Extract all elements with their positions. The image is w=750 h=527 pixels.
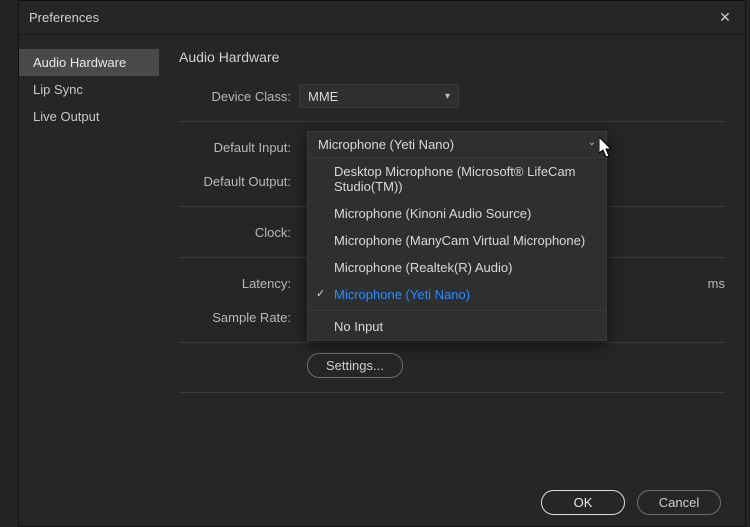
main-panel: Audio Hardware Device Class: MME ▾ Defau… (159, 35, 745, 478)
dropdown-option-label: Desktop Microphone (Microsoft® LifeCam S… (334, 164, 576, 194)
check-icon: ✓ (316, 287, 325, 300)
sidebar: Audio Hardware Lip Sync Live Output (19, 35, 159, 478)
dialog-title: Preferences (29, 10, 99, 25)
row-device-class: Device Class: MME ▾ (179, 81, 725, 111)
divider (179, 392, 725, 393)
titlebar: Preferences ✕ (19, 1, 745, 35)
dropdown-option[interactable]: Microphone (Kinoni Audio Source) (308, 200, 606, 227)
latency-label: Latency: (179, 276, 299, 291)
dropdown-option[interactable]: Microphone (Realtek(R) Audio) (308, 254, 606, 281)
clock-label: Clock: (179, 225, 299, 240)
device-class-select[interactable]: MME ▾ (299, 84, 459, 108)
divider (179, 342, 725, 343)
dropdown-option-label: Microphone (Yeti Nano) (334, 287, 470, 302)
sidebar-item-label: Live Output (33, 109, 100, 124)
dropdown-option-no-input[interactable]: No Input (308, 313, 606, 340)
dropdown-option-label: Microphone (ManyCam Virtual Microphone) (334, 233, 585, 248)
dropdown-option-label: Microphone (Realtek(R) Audio) (334, 260, 512, 275)
chevron-down-icon: ⌄ (588, 137, 596, 152)
dialog-body: Audio Hardware Lip Sync Live Output Audi… (19, 35, 745, 478)
dropdown-option[interactable]: Microphone (ManyCam Virtual Microphone) (308, 227, 606, 254)
dropdown-option-label: Microphone (Kinoni Audio Source) (334, 206, 531, 221)
divider (179, 121, 725, 122)
sample-rate-label: Sample Rate: (179, 310, 299, 325)
default-input-dropdown[interactable]: Microphone (Yeti Nano) ⌄ Desktop Microph… (307, 131, 607, 341)
sidebar-item-audio-hardware[interactable]: Audio Hardware (19, 49, 159, 76)
default-input-label: Default Input: (179, 140, 299, 155)
ok-button[interactable]: OK (541, 490, 625, 515)
cancel-button[interactable]: Cancel (637, 490, 721, 515)
latency-unit: ms (708, 276, 725, 291)
panel-title: Audio Hardware (179, 49, 725, 65)
sidebar-item-label: Lip Sync (33, 82, 83, 97)
dropdown-header-value: Microphone (Yeti Nano) (318, 137, 454, 152)
default-output-label: Default Output: (179, 174, 299, 189)
close-icon[interactable]: ✕ (715, 9, 735, 26)
device-class-value: MME (308, 89, 338, 104)
device-class-label: Device Class: (179, 89, 299, 104)
dropdown-header[interactable]: Microphone (Yeti Nano) ⌄ (308, 132, 606, 158)
settings-button[interactable]: Settings... (307, 353, 403, 378)
dropdown-separator (308, 310, 606, 311)
dropdown-option[interactable]: Desktop Microphone (Microsoft® LifeCam S… (308, 158, 606, 200)
sidebar-item-live-output[interactable]: Live Output (19, 103, 159, 130)
dropdown-option-selected[interactable]: ✓ Microphone (Yeti Nano) (308, 281, 606, 308)
sidebar-item-label: Audio Hardware (33, 55, 126, 70)
sidebar-item-lip-sync[interactable]: Lip Sync (19, 76, 159, 103)
dropdown-option-label: No Input (334, 319, 383, 334)
preferences-dialog: Preferences ✕ Audio Hardware Lip Sync Li… (18, 0, 746, 527)
dialog-footer: OK Cancel (19, 478, 745, 526)
chevron-down-icon: ▾ (445, 91, 450, 102)
